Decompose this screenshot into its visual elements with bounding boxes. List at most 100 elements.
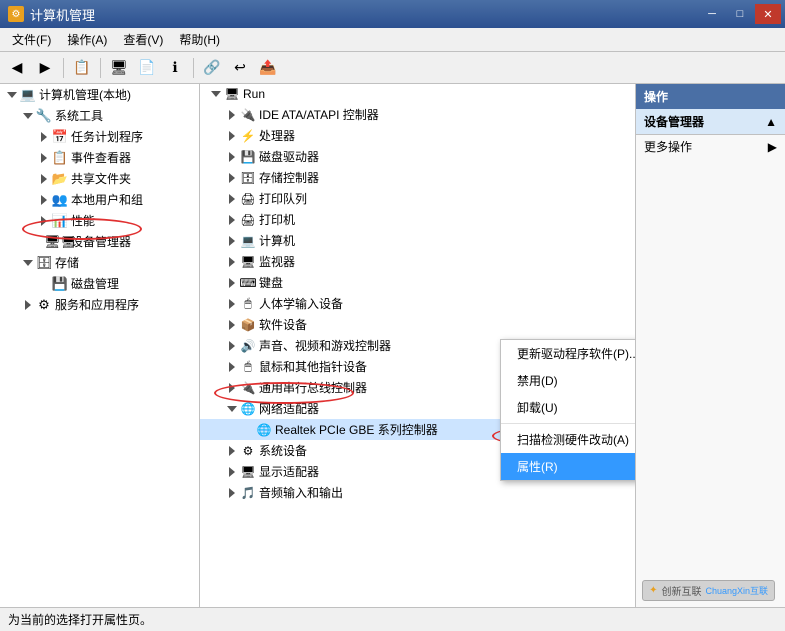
- tree-system-tools[interactable]: 系统工具: [0, 105, 199, 126]
- expand-audio-io[interactable]: [224, 485, 240, 501]
- software-dev-icon: 📦: [240, 317, 256, 333]
- tree-event-viewer[interactable]: 事件查看器: [0, 147, 199, 168]
- realtek-icon: 🌐: [256, 422, 272, 438]
- tree-shared-folders[interactable]: 共享文件夹: [0, 168, 199, 189]
- expand-keyboard[interactable]: [224, 275, 240, 291]
- tree-storage[interactable]: 存储: [0, 252, 199, 273]
- expand-monitor[interactable]: [224, 254, 240, 270]
- expand-realtek: [240, 422, 256, 438]
- ctx-properties[interactable]: 属性(R): [501, 453, 635, 480]
- expand-printer[interactable]: [224, 212, 240, 228]
- tree-computer-node[interactable]: 💻 计算机: [200, 230, 635, 251]
- watermark-url: ChuangXin互联: [705, 584, 768, 597]
- right-panel-section[interactable]: 设备管理器 ▲: [636, 109, 785, 135]
- hid-icon: 🖱: [240, 296, 256, 312]
- toolbar-icon5[interactable]: ↩: [227, 55, 253, 81]
- toolbar-icon3[interactable]: ℹ: [162, 55, 188, 81]
- tree-print-queue[interactable]: 🖨 打印队列: [200, 188, 635, 209]
- expand-net-adapter[interactable]: [224, 401, 240, 417]
- printer-label: 打印机: [259, 211, 295, 228]
- expand-storage-ctrl[interactable]: [224, 170, 240, 186]
- arrow-right-icon: ▶: [768, 140, 777, 154]
- expand-event-viewer[interactable]: [36, 150, 52, 166]
- menu-help[interactable]: 帮助(H): [171, 28, 228, 51]
- expand-storage[interactable]: [20, 255, 36, 271]
- storage-label: 存储: [55, 254, 79, 271]
- tree-processor[interactable]: ⚡ 处理器: [200, 125, 635, 146]
- system-tools-label: 系统工具: [55, 107, 103, 124]
- tree-computer-mgmt[interactable]: 计算机管理(本地): [0, 84, 199, 105]
- audio-io-label: 音频输入和输出: [259, 484, 343, 501]
- expand-display[interactable]: [224, 464, 240, 480]
- ctx-uninstall[interactable]: 卸载(U): [501, 394, 635, 421]
- expand-com-port[interactable]: [224, 380, 240, 396]
- toolbar-icon6[interactable]: 📤: [255, 55, 281, 81]
- tree-keyboard[interactable]: ⌨ 键盘: [200, 272, 635, 293]
- ctx-disable[interactable]: 禁用(D): [501, 367, 635, 394]
- more-actions-item[interactable]: 更多操作 ▶: [636, 135, 785, 158]
- expand-computer-node[interactable]: [224, 233, 240, 249]
- run-icon: 🖥: [224, 86, 240, 102]
- more-actions-label: 更多操作: [644, 138, 692, 155]
- tree-services[interactable]: 服务和应用程序: [0, 294, 199, 315]
- tree-hid[interactable]: 🖱 人体学输入设备: [200, 293, 635, 314]
- title-bar-left: ⚙ 计算机管理: [8, 5, 95, 24]
- ide-icon: 🔌: [240, 107, 256, 123]
- expand-local-users[interactable]: [36, 192, 52, 208]
- expand-sys-dev[interactable]: [224, 443, 240, 459]
- tree-task-scheduler[interactable]: 任务计划程序: [0, 126, 199, 147]
- expand-processor[interactable]: [224, 128, 240, 144]
- expand-audio-video[interactable]: [224, 338, 240, 354]
- expand-run[interactable]: [208, 86, 224, 102]
- expand-disk-mgmt[interactable]: [36, 276, 52, 292]
- expand-services[interactable]: [20, 297, 36, 313]
- tree-run-root[interactable]: 🖥 Run: [200, 84, 635, 104]
- sys-dev-label: 系统设备: [259, 442, 307, 459]
- tree-performance[interactable]: 性能: [0, 210, 199, 231]
- ctx-update-driver[interactable]: 更新驱动程序软件(P)...: [501, 340, 635, 367]
- back-button[interactable]: ◀: [4, 55, 30, 81]
- dev-mgr-icon: 🖥: [52, 234, 68, 250]
- expand-system-tools[interactable]: [20, 108, 36, 124]
- close-button[interactable]: ✕: [755, 4, 781, 24]
- tree-local-users[interactable]: 本地用户和组: [0, 189, 199, 210]
- expand-shared-folders[interactable]: [36, 171, 52, 187]
- tree-audio-io[interactable]: 🎵 音频输入和输出: [200, 482, 635, 503]
- show-tree-button[interactable]: 📋: [69, 55, 95, 81]
- tree-storage-ctrl[interactable]: 🗄 存储控制器: [200, 167, 635, 188]
- tree-software-dev[interactable]: 📦 软件设备: [200, 314, 635, 335]
- expand-disk-drives[interactable]: [224, 149, 240, 165]
- monitor-label: 监视器: [259, 253, 295, 270]
- toolbar-icon2[interactable]: 📄: [134, 55, 160, 81]
- forward-button[interactable]: ▶: [32, 55, 58, 81]
- expand-ide[interactable]: [224, 107, 240, 123]
- expand-performance[interactable]: [36, 213, 52, 229]
- tree-monitor[interactable]: 🖥 监视器: [200, 251, 635, 272]
- toolbar-icon1[interactable]: 🖥: [106, 55, 132, 81]
- audio-io-icon: 🎵: [240, 485, 256, 501]
- toolbar: ◀ ▶ 📋 🖥 📄 ℹ 🔗 ↩ 📤: [0, 52, 785, 84]
- tree-device-mgr[interactable]: 🖥 设备管理器: [0, 231, 199, 252]
- expand-print-queue[interactable]: [224, 191, 240, 207]
- expand-task-scheduler[interactable]: [36, 129, 52, 145]
- menu-file[interactable]: 文件(F): [4, 28, 59, 51]
- minimize-button[interactable]: ─: [699, 4, 725, 24]
- watermark-text: 创新互联: [661, 583, 701, 598]
- expand-hid[interactable]: [224, 296, 240, 312]
- expand-software-dev[interactable]: [224, 317, 240, 333]
- title-bar: ⚙ 计算机管理 ─ □ ✕: [0, 0, 785, 28]
- menu-action[interactable]: 操作(A): [59, 28, 115, 51]
- toolbar-icon4[interactable]: 🔗: [199, 55, 225, 81]
- expand-mouse[interactable]: [224, 359, 240, 375]
- menu-view[interactable]: 查看(V): [115, 28, 171, 51]
- expand-computer-mgmt[interactable]: [4, 87, 20, 103]
- system-tools-icon: [36, 108, 52, 124]
- tree-disk-drives[interactable]: 💾 磁盘驱动器: [200, 146, 635, 167]
- ctx-scan-hardware[interactable]: 扫描检测硬件改动(A): [501, 426, 635, 453]
- tree-disk-mgmt[interactable]: 磁盘管理: [0, 273, 199, 294]
- display-label: 显示适配器: [259, 463, 319, 480]
- tree-printer[interactable]: 🖨 打印机: [200, 209, 635, 230]
- maximize-button[interactable]: □: [727, 4, 753, 24]
- perf-label: 性能: [71, 212, 95, 229]
- tree-ide[interactable]: 🔌 IDE ATA/ATAPI 控制器: [200, 104, 635, 125]
